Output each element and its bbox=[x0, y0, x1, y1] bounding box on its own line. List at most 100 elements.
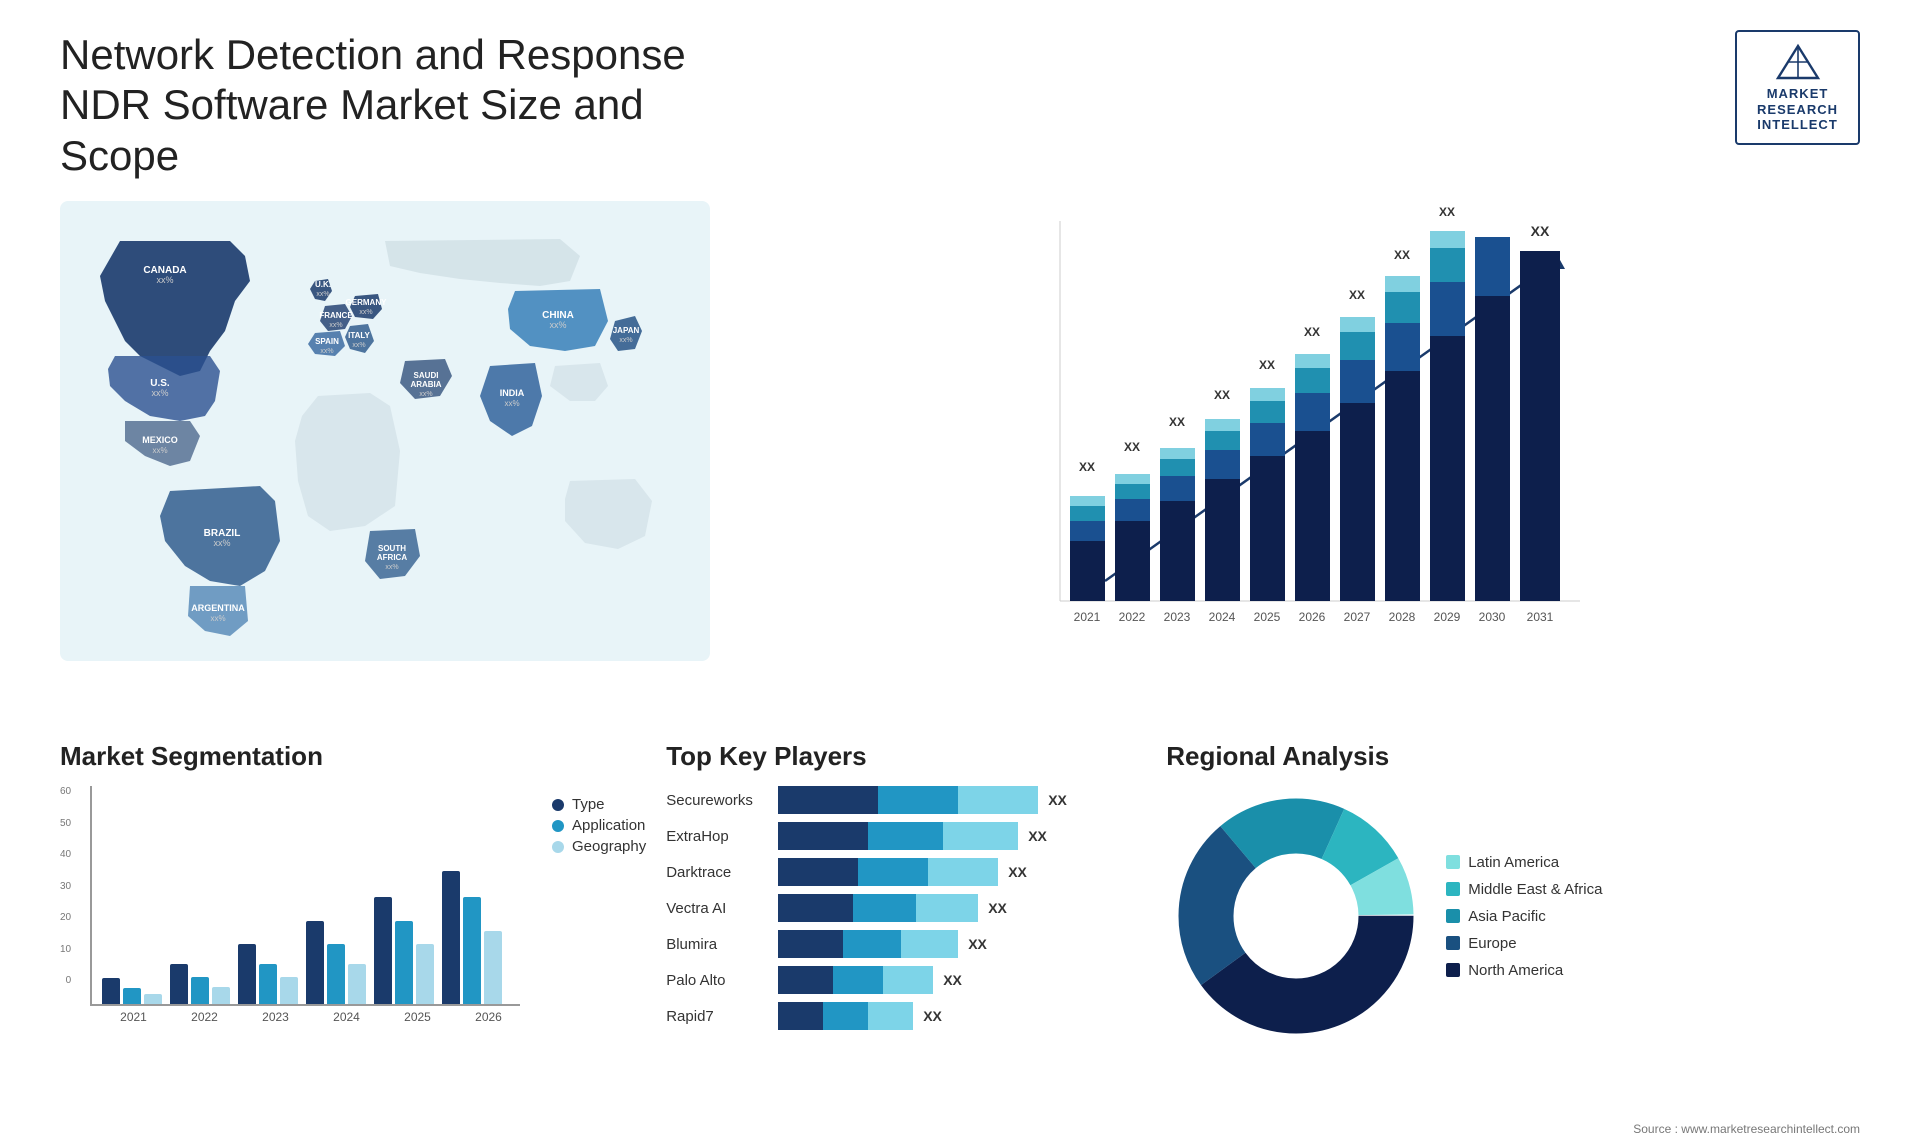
seg-bar-type-2024 bbox=[306, 921, 324, 1004]
legend-rect-apac bbox=[1446, 909, 1460, 923]
svg-text:xx%: xx% bbox=[504, 399, 519, 408]
svg-text:XX: XX bbox=[1259, 358, 1275, 372]
svg-text:XX: XX bbox=[1439, 205, 1455, 219]
player-bar-extrahop: XX bbox=[778, 822, 1146, 850]
legend-label-mea: Middle East & Africa bbox=[1468, 881, 1602, 898]
player-bars: XX XX bbox=[778, 786, 1146, 1030]
regional-title: Regional Analysis bbox=[1166, 741, 1860, 772]
svg-text:2026: 2026 bbox=[1299, 610, 1326, 624]
seg-bar-geo-2021 bbox=[144, 994, 162, 1004]
player-paloalto: Palo Alto bbox=[666, 966, 766, 994]
seg-x-labels: 2021 2022 2023 2024 2025 2026 bbox=[102, 1010, 520, 1024]
svg-text:2021: 2021 bbox=[1074, 610, 1101, 624]
player-blumira: Blumira bbox=[666, 930, 766, 958]
legend-label-na: North America bbox=[1468, 962, 1563, 979]
seg-bar-app-2022 bbox=[191, 977, 209, 1004]
svg-text:INDIA: INDIA bbox=[500, 388, 525, 398]
seg-bar-group-2026 bbox=[442, 871, 502, 1004]
source-text: Source : www.marketresearchintellect.com bbox=[1633, 1122, 1860, 1136]
legend-label-europe: Europe bbox=[1468, 935, 1516, 952]
legend-rect-na bbox=[1446, 963, 1460, 977]
bar-chart-section: XX XX XX XX bbox=[740, 201, 1860, 721]
player-rapid7: Rapid7 bbox=[666, 1002, 766, 1030]
player-bar-blumira: XX bbox=[778, 930, 1146, 958]
svg-text:ARABIA: ARABIA bbox=[410, 380, 441, 389]
svg-text:2031: 2031 bbox=[1527, 610, 1554, 624]
svg-text:XX: XX bbox=[1079, 460, 1095, 474]
svg-text:JAPAN: JAPAN bbox=[613, 326, 640, 335]
seg-bar-group-2024 bbox=[306, 921, 366, 1004]
svg-text:2025: 2025 bbox=[1254, 610, 1281, 624]
svg-text:U.K.: U.K. bbox=[315, 280, 331, 289]
seg-bar-geo-2022 bbox=[212, 987, 230, 1004]
seg-bar-app-2024 bbox=[327, 944, 345, 1004]
svg-text:xx%: xx% bbox=[359, 309, 372, 316]
legend-application-dot bbox=[552, 820, 564, 832]
svg-text:XX: XX bbox=[1349, 288, 1365, 302]
svg-text:xx%: xx% bbox=[320, 348, 333, 355]
market-size-chart: XX XX XX XX bbox=[740, 201, 1860, 671]
svg-text:xx%: xx% bbox=[352, 342, 365, 349]
legend-application: Application bbox=[552, 817, 646, 834]
seg-x-label-2022: 2022 bbox=[173, 1010, 236, 1024]
seg-bar-group-2021 bbox=[102, 978, 162, 1004]
main-content: CANADA xx% U.S. xx% MEXICO xx% BRAZIL xx… bbox=[60, 201, 1860, 721]
svg-text:SOUTH: SOUTH bbox=[378, 544, 406, 553]
seg-bar-group-2025 bbox=[374, 897, 434, 1004]
seg-x-label-2021: 2021 bbox=[102, 1010, 165, 1024]
svg-text:xx%: xx% bbox=[316, 291, 329, 298]
legend-rect-mea bbox=[1446, 882, 1460, 896]
legend-application-label: Application bbox=[572, 817, 645, 834]
seg-bar-type-2023 bbox=[238, 944, 256, 1004]
donut-legend: Latin America Middle East & Africa Asia … bbox=[1446, 854, 1602, 979]
legend-latin-america: Latin America bbox=[1446, 854, 1602, 871]
svg-text:2027: 2027 bbox=[1344, 610, 1371, 624]
seg-bar-type-2021 bbox=[102, 978, 120, 1004]
legend-geography-label: Geography bbox=[572, 838, 646, 855]
seg-bar-geo-2025 bbox=[416, 944, 434, 1004]
legend-rect-europe bbox=[1446, 936, 1460, 950]
legend-north-america: North America bbox=[1446, 962, 1602, 979]
seg-bar-app-2025 bbox=[395, 921, 413, 1004]
svg-text:2029: 2029 bbox=[1434, 610, 1461, 624]
donut-container: Latin America Middle East & Africa Asia … bbox=[1166, 786, 1860, 1046]
legend-type: Type bbox=[552, 796, 646, 813]
player-secureworks: Secureworks bbox=[666, 786, 766, 814]
svg-text:ARGENTINA: ARGENTINA bbox=[191, 603, 245, 613]
player-bar-paloalto: XX bbox=[778, 966, 1146, 994]
svg-text:xx%: xx% bbox=[619, 337, 632, 344]
svg-text:SPAIN: SPAIN bbox=[315, 337, 339, 346]
svg-text:AFRICA: AFRICA bbox=[377, 553, 407, 562]
svg-text:2030: 2030 bbox=[1479, 610, 1506, 624]
map-section: CANADA xx% U.S. xx% MEXICO xx% BRAZIL xx… bbox=[60, 201, 710, 721]
seg-x-label-2025: 2025 bbox=[386, 1010, 449, 1024]
player-bar-rapid7: XX bbox=[778, 1002, 1146, 1030]
player-xx-rapid7: XX bbox=[923, 1008, 942, 1024]
page-container: Network Detection and Response NDR Softw… bbox=[0, 0, 1920, 1146]
player-extrahop: ExtraHop bbox=[666, 822, 766, 850]
svg-text:2028: 2028 bbox=[1389, 610, 1416, 624]
player-bar-vectra: XX bbox=[778, 894, 1146, 922]
svg-text:SAUDI: SAUDI bbox=[414, 371, 439, 380]
seg-bar-type-2026 bbox=[442, 871, 460, 1004]
player-vectra: Vectra AI bbox=[666, 894, 766, 922]
legend-type-label: Type bbox=[572, 796, 605, 813]
svg-text:MEXICO: MEXICO bbox=[142, 435, 178, 445]
legend-geography: Geography bbox=[552, 838, 646, 855]
svg-text:XX: XX bbox=[1304, 325, 1320, 339]
player-bar-darktrace: XX bbox=[778, 858, 1146, 886]
logo-text: MARKET RESEARCH INTELLECT bbox=[1757, 86, 1838, 133]
player-darktrace: Darktrace bbox=[666, 858, 766, 886]
seg-bar-app-2021 bbox=[123, 988, 141, 1004]
seg-legend: Type Application Geography bbox=[552, 796, 646, 859]
player-list: Secureworks ExtraHop Darktrace Vectra AI… bbox=[666, 786, 1146, 1030]
header: Network Detection and Response NDR Softw… bbox=[60, 30, 1860, 181]
svg-text:ITALY: ITALY bbox=[348, 331, 370, 340]
seg-bar-geo-2023 bbox=[280, 977, 298, 1004]
svg-text:FRANCE: FRANCE bbox=[319, 311, 353, 320]
seg-bar-geo-2024 bbox=[348, 964, 366, 1004]
seg-bar-group-2023 bbox=[238, 944, 298, 1004]
svg-text:XX: XX bbox=[1394, 248, 1410, 262]
logo-icon bbox=[1773, 42, 1823, 82]
legend-asia-pacific: Asia Pacific bbox=[1446, 908, 1602, 925]
